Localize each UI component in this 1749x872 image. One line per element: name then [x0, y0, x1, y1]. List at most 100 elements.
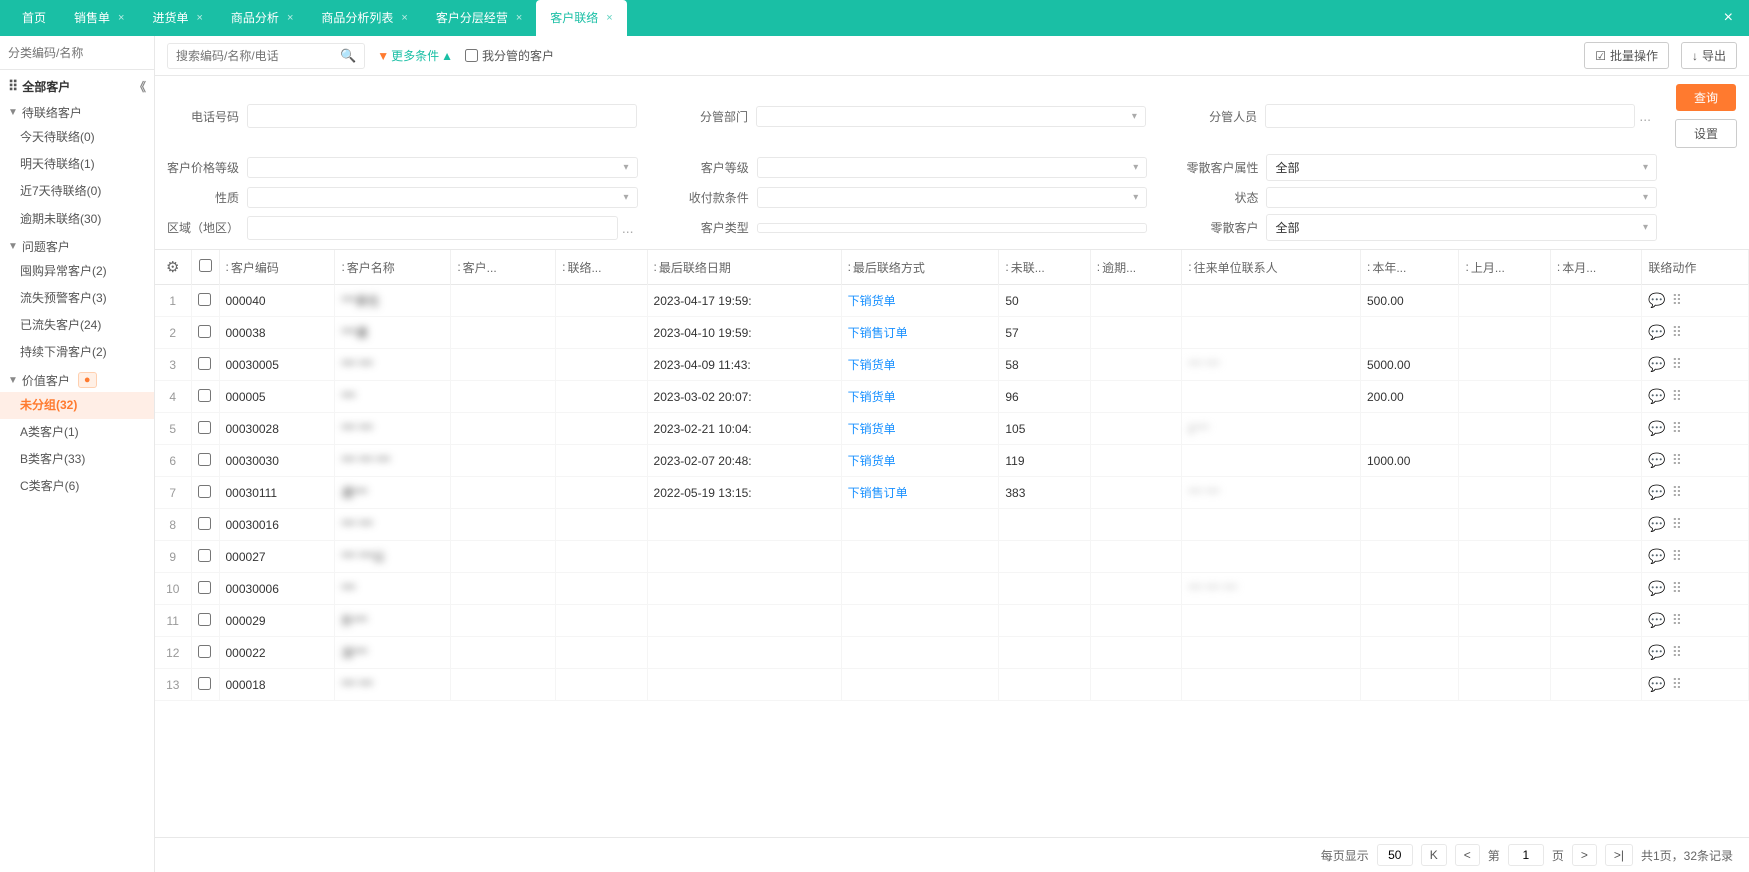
page-input[interactable] [1508, 844, 1544, 866]
row-name[interactable]: *** [335, 573, 451, 605]
row-name[interactable]: *** *** *** [335, 445, 451, 477]
row-last-way[interactable]: 下销售订单 [841, 477, 999, 509]
chat-icon[interactable]: 💬 [1648, 676, 1665, 693]
row-last-way[interactable] [841, 605, 999, 637]
row-name[interactable]: *** ***公 [335, 541, 451, 573]
first-page-button[interactable]: K [1421, 844, 1447, 866]
row-checkbox[interactable] [191, 285, 219, 317]
chat-icon[interactable]: 💬 [1648, 612, 1665, 629]
row-name[interactable]: 淡*** [335, 637, 451, 669]
row-last-way[interactable] [841, 509, 999, 541]
last-page-button[interactable]: >| [1605, 844, 1633, 866]
row-name[interactable]: *** [335, 381, 451, 413]
window-close-button[interactable]: × [1716, 9, 1741, 27]
chat-icon[interactable]: 💬 [1648, 388, 1665, 405]
close-icon[interactable]: × [516, 0, 522, 36]
row-checkbox[interactable] [191, 605, 219, 637]
row-last-way[interactable]: 下销货单 [841, 381, 999, 413]
more-icon[interactable]: ⠿ [1672, 548, 1682, 565]
more-icon[interactable]: ⠿ [1672, 676, 1682, 693]
row-checkbox[interactable] [191, 509, 219, 541]
query-button[interactable]: 查询 [1676, 84, 1736, 111]
person-input[interactable] [1265, 104, 1635, 128]
sidebar-item-overdue-contact[interactable]: 逾期未联络(30) [0, 206, 154, 233]
row-last-way[interactable]: 下销货单 [841, 285, 999, 317]
row-name[interactable]: *** *** [335, 669, 451, 701]
more-conditions-button[interactable]: ▼ 更多条件 ▲ [377, 47, 453, 64]
per-page-input[interactable] [1377, 844, 1413, 866]
row-checkbox[interactable] [191, 381, 219, 413]
chat-icon[interactable]: 💬 [1648, 516, 1665, 533]
row-name[interactable]: ***亲仕 [335, 285, 451, 317]
more-icon[interactable]: ⠿ [1672, 420, 1682, 437]
more-icon[interactable]: ⠿ [1672, 452, 1682, 469]
retail-customer-select[interactable]: 全部 ▾ [1266, 214, 1657, 241]
sidebar-search-input[interactable] [8, 46, 155, 60]
more-icon[interactable]: ⠿ [1672, 388, 1682, 405]
my-customers-checkbox[interactable] [465, 49, 478, 62]
sidebar-item-a-type[interactable]: A类客户(1) [0, 419, 154, 446]
chat-icon[interactable]: 💬 [1648, 356, 1665, 373]
tab-product-analysis[interactable]: 商品分析 × [217, 0, 307, 36]
home-tab[interactable]: 首页 [8, 0, 60, 36]
close-icon[interactable]: × [196, 0, 202, 36]
chat-icon[interactable]: 💬 [1648, 644, 1665, 661]
search-icon[interactable]: 🔍 [340, 48, 356, 64]
sidebar-item-b-type[interactable]: B类客户(33) [0, 446, 154, 473]
row-name[interactable]: *** *** [335, 509, 451, 541]
tab-customer-stratified[interactable]: 客户分层经营 × [422, 0, 536, 36]
sidebar-item-today-pending[interactable]: 今天待联络(0) [0, 124, 154, 151]
row-name[interactable]: ***请 [335, 317, 451, 349]
sidebar-problem-customers-group[interactable]: ▼ 问题客户 [0, 233, 154, 258]
phone-input[interactable] [247, 104, 637, 128]
more-icon[interactable]: ⠿ [1672, 580, 1682, 597]
retail-attr-select[interactable]: 全部 ▾ [1266, 154, 1657, 181]
sidebar-pending-contact-group[interactable]: ▼ 待联络客户 [0, 99, 154, 124]
row-last-way[interactable]: 下销货单 [841, 413, 999, 445]
sidebar-item-ungrouped[interactable]: 未分组(32) [0, 392, 154, 419]
chat-icon[interactable]: 💬 [1648, 420, 1665, 437]
sidebar-item-c-type[interactable]: C类客户(6) [0, 473, 154, 500]
dept-select[interactable]: ▾ [756, 106, 1146, 127]
tab-sales-order[interactable]: 销售单 × [60, 0, 138, 36]
customer-level-select[interactable]: ▾ [757, 157, 1148, 178]
payment-select[interactable]: ▾ [757, 187, 1148, 208]
tab-product-analysis-list[interactable]: 商品分析列表 × [307, 0, 421, 36]
row-checkbox[interactable] [191, 573, 219, 605]
region-more-button[interactable]: ... [618, 220, 638, 236]
row-checkbox[interactable] [191, 541, 219, 573]
export-button[interactable]: ↓ 导出 [1681, 42, 1737, 69]
next-page-button[interactable]: > [1572, 844, 1597, 866]
close-icon[interactable]: × [118, 0, 124, 36]
sidebar-item-declining[interactable]: 持续下滑客户(2) [0, 339, 154, 366]
row-last-way[interactable] [841, 541, 999, 573]
chat-icon[interactable]: 💬 [1648, 548, 1665, 565]
customer-type-select[interactable] [757, 223, 1148, 233]
person-more-button[interactable]: ... [1635, 108, 1655, 124]
row-name[interactable]: 退*** [335, 477, 451, 509]
status-select[interactable]: ▾ [1266, 187, 1657, 208]
tab-customer-contact[interactable]: 客户联络 × [536, 0, 626, 36]
price-level-select[interactable]: ▾ [247, 157, 638, 178]
sidebar-item-churned[interactable]: 已流失客户(24) [0, 312, 154, 339]
settings-icon[interactable]: ⚙ [166, 259, 179, 276]
chat-icon[interactable]: 💬 [1648, 484, 1665, 501]
row-name[interactable]: 扑*** [335, 605, 451, 637]
more-icon[interactable]: ⠿ [1672, 516, 1682, 533]
sidebar-all-customers[interactable]: ⠿ 全部客户 《 [0, 70, 154, 99]
row-last-way[interactable]: 下销售订单 [841, 317, 999, 349]
chat-icon[interactable]: 💬 [1648, 580, 1665, 597]
sidebar-item-hoarding-abnormal[interactable]: 囤购异常客户(2) [0, 258, 154, 285]
select-all-checkbox[interactable] [199, 259, 212, 272]
batch-operation-button[interactable]: ☑ 批量操作 [1584, 42, 1669, 69]
close-icon[interactable]: × [401, 0, 407, 36]
sidebar-item-7days-pending[interactable]: 近7天待联络(0) [0, 178, 154, 205]
more-icon[interactable]: ⠿ [1672, 644, 1682, 661]
row-name[interactable]: *** *** [335, 413, 451, 445]
close-icon[interactable]: × [606, 0, 612, 36]
row-last-way[interactable] [841, 669, 999, 701]
row-checkbox[interactable] [191, 413, 219, 445]
row-last-way[interactable]: 下销货单 [841, 349, 999, 381]
prev-page-button[interactable]: < [1455, 844, 1480, 866]
sidebar-item-churn-warning[interactable]: 流失预警客户(3) [0, 285, 154, 312]
